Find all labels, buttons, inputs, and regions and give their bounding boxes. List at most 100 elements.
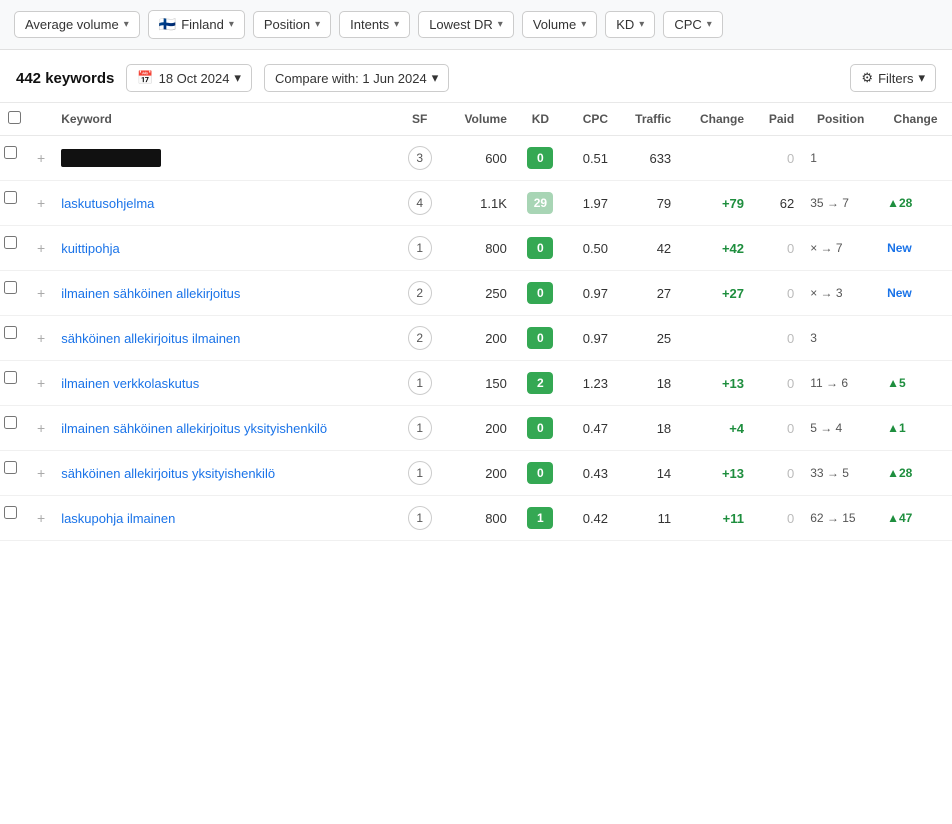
select-all-header[interactable] — [0, 103, 29, 136]
chevron-down-icon: ▾ — [707, 19, 712, 30]
keywords-table: Keyword SF Volume KD CPC Traffic Change … — [0, 103, 952, 541]
add-cell: + — [29, 181, 53, 226]
position-label: Position — [264, 17, 310, 32]
paid-value: 0 — [787, 511, 794, 526]
keyword-count: 442 keywords — [16, 70, 114, 87]
kd-cell: 2 — [515, 361, 566, 406]
row-checkbox[interactable] — [4, 326, 17, 339]
pos-change-cell: New — [879, 271, 952, 316]
add-icon[interactable]: + — [37, 375, 45, 391]
sf-badge: 1 — [408, 416, 432, 440]
compare-button[interactable]: Compare with: 1 Jun 2024 ▾ — [264, 64, 449, 92]
change-cell: +11 — [679, 496, 752, 541]
table-row: +ilmainen sähköinen allekirjoitus225000.… — [0, 271, 952, 316]
add-cell: + — [29, 496, 53, 541]
chevron-down-icon: ▾ — [394, 19, 399, 30]
avg-volume-filter[interactable]: Average volume ▾ — [14, 11, 140, 38]
position-filter[interactable]: Position ▾ — [253, 11, 331, 38]
change-value: +4 — [729, 421, 744, 436]
row-checkbox-cell — [0, 451, 20, 484]
paid-cell: 0 — [752, 361, 802, 406]
sf-cell: 4 — [395, 181, 444, 226]
volume-label: Volume — [533, 17, 576, 32]
row-checkbox[interactable] — [4, 416, 17, 429]
paid-value: 0 — [787, 151, 794, 166]
change-value: +79 — [722, 196, 744, 211]
paid-value: 0 — [787, 286, 794, 301]
intents-filter[interactable]: Intents ▾ — [339, 11, 410, 38]
add-icon[interactable]: + — [37, 150, 45, 166]
row-checkbox[interactable] — [4, 281, 17, 294]
change-value: +11 — [723, 511, 744, 526]
keyword-link[interactable]: sähköinen allekirjoitus yksityishenkilö — [61, 466, 275, 481]
chevron-down-icon: ▾ — [229, 19, 234, 30]
position-cell: 1 — [802, 136, 879, 181]
keyword-link[interactable]: kuittipohja — [61, 241, 120, 256]
row-checkbox[interactable] — [4, 461, 17, 474]
add-cell: + — [29, 451, 53, 496]
intents-label: Intents — [350, 17, 389, 32]
pos-change-cell: ▲1 — [879, 406, 952, 451]
add-icon[interactable]: + — [37, 420, 45, 436]
change-cell: +42 — [679, 226, 752, 271]
change-cell: +13 — [679, 361, 752, 406]
keyword-link[interactable]: laskupohja ilmainen — [61, 511, 175, 526]
row-checkbox[interactable] — [4, 371, 17, 384]
select-all-checkbox[interactable] — [8, 111, 21, 124]
row-checkbox[interactable] — [4, 236, 17, 249]
kd-badge: 0 — [527, 237, 553, 259]
row-checkbox-cell — [0, 406, 20, 439]
kd-cell: 29 — [515, 181, 566, 226]
kd-badge: 0 — [527, 327, 553, 349]
paid-cell: 0 — [752, 226, 802, 271]
kd-cell: 0 — [515, 136, 566, 181]
date-picker-button[interactable]: 📅 18 Oct 2024 ▾ — [126, 64, 252, 92]
chevron-down-icon: ▾ — [639, 19, 644, 30]
add-icon[interactable]: + — [37, 510, 45, 526]
add-col-header — [29, 103, 53, 136]
lowest-dr-filter[interactable]: Lowest DR ▾ — [418, 11, 514, 38]
position-col-header: Position — [802, 103, 879, 136]
keyword-link[interactable]: ilmainen sähköinen allekirjoitus — [61, 286, 240, 301]
traffic-cell: 11 — [616, 496, 679, 541]
keyword-link[interactable]: laskutusohjelma — [61, 196, 154, 211]
add-icon[interactable]: + — [37, 240, 45, 256]
volume-cell: 800 — [444, 496, 515, 541]
paid-cell: 0 — [752, 451, 802, 496]
keyword-link[interactable]: ilmainen verkkolaskutus — [61, 376, 199, 391]
sf-badge: 2 — [408, 326, 432, 350]
sf-cell: 2 — [395, 271, 444, 316]
add-icon[interactable]: + — [37, 195, 45, 211]
keyword-link[interactable]: sähköinen allekirjoitus ilmainen — [61, 331, 240, 346]
row-checkbox-cell — [0, 181, 20, 214]
volume-cell: 150 — [444, 361, 515, 406]
position-value: 1 — [810, 151, 871, 165]
row-checkbox[interactable] — [4, 146, 17, 159]
row-checkbox[interactable] — [4, 506, 17, 519]
change-cell: +27 — [679, 271, 752, 316]
add-icon[interactable]: + — [37, 330, 45, 346]
add-icon[interactable]: + — [37, 285, 45, 301]
add-icon[interactable]: + — [37, 465, 45, 481]
paid-value: 0 — [787, 241, 794, 256]
keyword-link[interactable]: ilmainen sähköinen allekirjoitus yksityi… — [61, 421, 327, 436]
table-header-bar: 442 keywords 📅 18 Oct 2024 ▾ Compare wit… — [0, 50, 952, 103]
row-checkbox[interactable] — [4, 191, 17, 204]
kd-filter[interactable]: KD ▾ — [605, 11, 655, 38]
paid-cell: 0 — [752, 496, 802, 541]
table-row: + ilmainen sähköinen allekirjoitus yksity… — [0, 406, 952, 451]
volume-filter[interactable]: Volume ▾ — [522, 11, 597, 38]
change-value: +13 — [722, 466, 744, 481]
keyword-cell: kuittipohja — [53, 226, 395, 271]
kd-badge: 0 — [527, 282, 553, 304]
finland-filter[interactable]: 🇫🇮 Finland ▾ — [148, 10, 245, 39]
position-cell: × → 3 — [802, 271, 879, 316]
cpc-filter[interactable]: CPC ▾ — [663, 11, 722, 38]
chevron-down-icon: ▾ — [918, 70, 925, 86]
volume-cell: 1.1K — [444, 181, 515, 226]
position-value: 3 — [810, 331, 871, 345]
sf-cell: 1 — [395, 406, 444, 451]
kd-cell: 0 — [515, 316, 566, 361]
change-col-header: Change — [679, 103, 752, 136]
filters-button[interactable]: ⚙ Filters ▾ — [850, 64, 936, 92]
